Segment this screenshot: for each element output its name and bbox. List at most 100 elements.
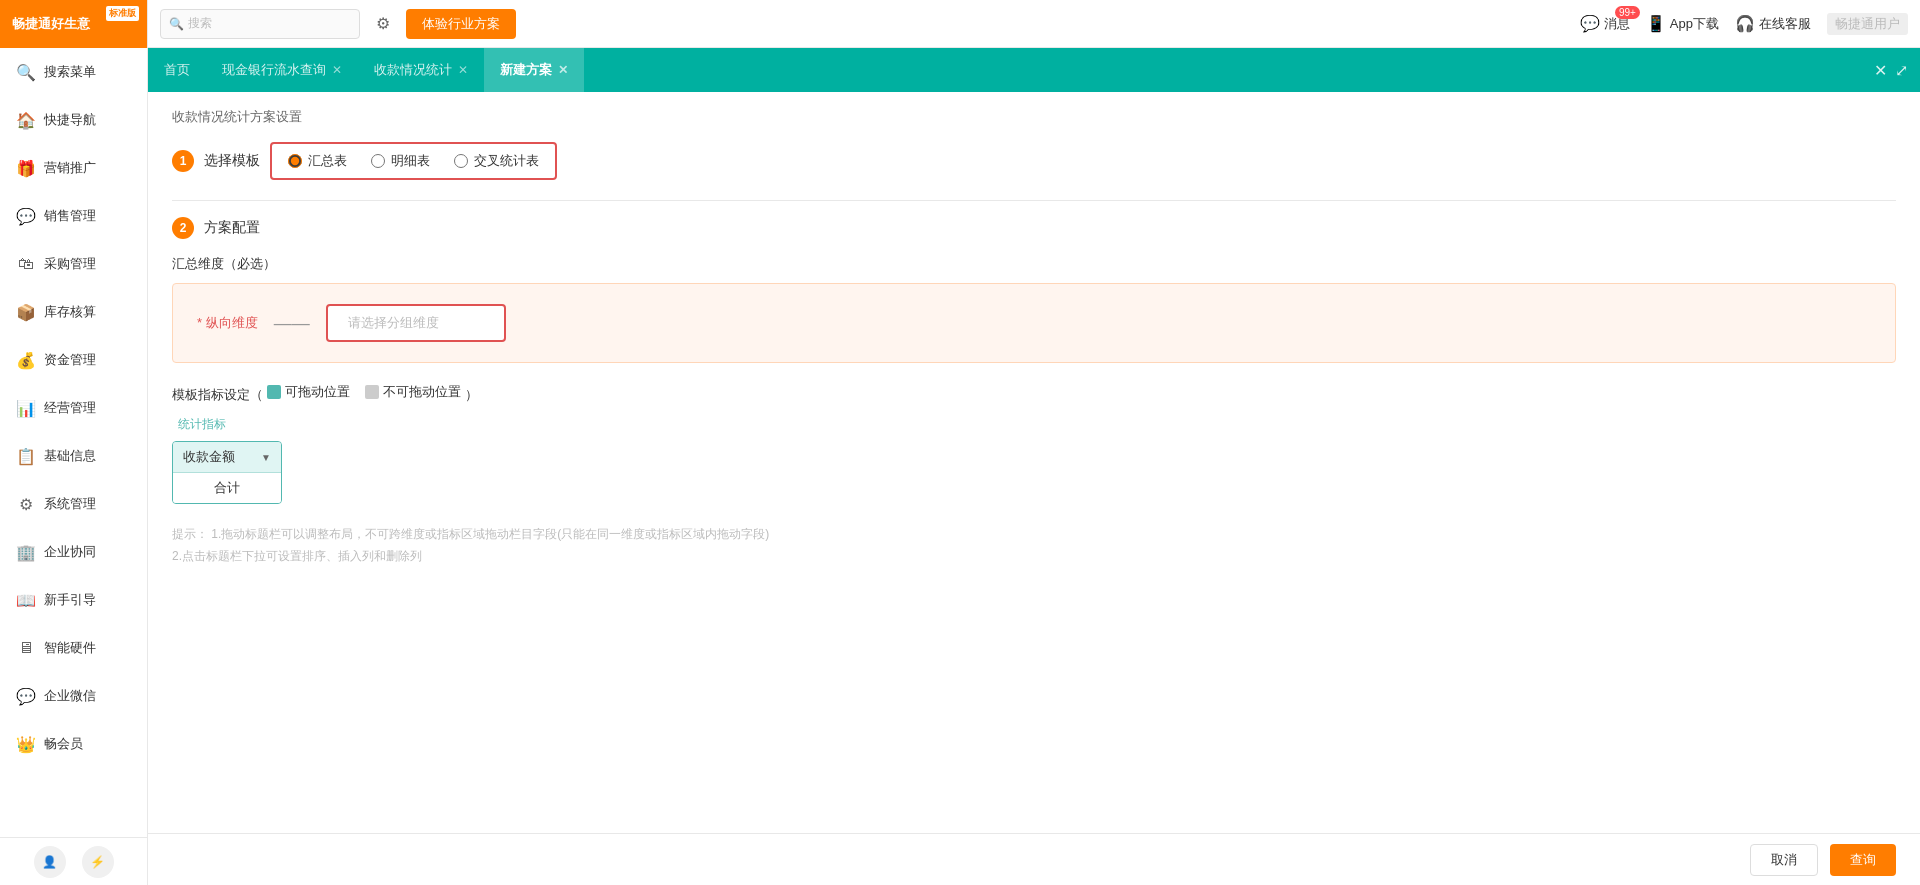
bottom-bar: 取消 查询 (148, 833, 1920, 885)
step1-label: 选择模板 (204, 152, 260, 170)
metric-config-row: 统计指标 收款金额 ▼ 合计 (172, 414, 1896, 504)
metric-sub: 合计 (214, 480, 240, 495)
radio-detail-input[interactable] (371, 154, 385, 168)
dimension-area: * 纵向维度 —— 请选择分组维度 (172, 283, 1896, 363)
hint-1: 提示： 1.拖动标题栏可以调整布局，不可跨维度或指标区域拖动栏目字段(只能在同一… (172, 524, 1896, 546)
sidebar-item-purchase[interactable]: 🛍 采购管理 (0, 240, 147, 288)
operation-icon: 📊 (16, 399, 36, 418)
sidebar-label-sales: 销售管理 (44, 207, 96, 225)
search-menu-icon: 🔍 (16, 63, 36, 82)
topbar-search-box: 🔍 搜索 (160, 9, 360, 39)
sidebar-label-capital: 资金管理 (44, 351, 96, 369)
online-service-label: 在线客服 (1759, 15, 1811, 33)
dimension-row-label: * 纵向维度 (197, 314, 258, 332)
hints: 提示： 1.拖动标题栏可以调整布局，不可跨维度或指标区域拖动栏目字段(只能在同一… (172, 524, 1896, 567)
tab-home[interactable]: 首页 (148, 48, 206, 92)
sales-icon: 💬 (16, 207, 36, 226)
tab-collection-stat[interactable]: 收款情况统计 ✕ (358, 48, 484, 92)
sidebar-label-system: 系统管理 (44, 495, 96, 513)
sidebar-bottom: 👤 ⚡ (0, 837, 147, 885)
sidebar-label-purchase: 采购管理 (44, 255, 96, 273)
metric-tag-header[interactable]: 收款金额 ▼ (173, 442, 281, 473)
step1-num: 1 (172, 150, 194, 172)
cancel-button[interactable]: 取消 (1750, 844, 1818, 876)
capital-icon: 💰 (16, 351, 36, 370)
tab-bank-flow-close[interactable]: ✕ (332, 63, 342, 77)
tab-new-plan-close[interactable]: ✕ (558, 63, 568, 77)
logo-text: 畅捷通好生意 (12, 15, 90, 33)
topbar-gear-btn[interactable]: ⚙ (368, 9, 398, 39)
radio-detail[interactable]: 明细表 (371, 152, 430, 170)
metric-tag-body: 合计 (173, 473, 281, 503)
step2-label: 方案配置 (204, 219, 260, 237)
sidebar-item-capital[interactable]: 💰 资金管理 (0, 336, 147, 384)
radio-summary[interactable]: 汇总表 (288, 152, 347, 170)
sidebar-item-operation[interactable]: 📊 经营管理 (0, 384, 147, 432)
step1-section: 1 选择模板 汇总表 明细表 交叉统计表 (172, 142, 1896, 180)
message-btn[interactable]: 💬 消息 99+ (1580, 14, 1630, 33)
tab-new-plan-label: 新建方案 (500, 61, 552, 79)
dimension-config: 汇总维度（必选） * 纵向维度 —— 请选择分组维度 (172, 255, 1896, 363)
sidebar-item-newbie[interactable]: 📖 新手引导 (0, 576, 147, 624)
radio-detail-label: 明细表 (391, 152, 430, 170)
system-icon: ⚙ (16, 495, 36, 514)
sidebar-logo: 畅捷通好生意 标准版 (0, 0, 147, 48)
metric-name: 收款金额 (183, 448, 235, 466)
nav-close-icon[interactable]: ✕ (1874, 61, 1887, 80)
sidebar-label-quick-nav: 快捷导航 (44, 111, 96, 129)
sidebar-item-member[interactable]: 👑 畅会员 (0, 720, 147, 768)
sidebar-item-hardware[interactable]: 🖥 智能硬件 (0, 624, 147, 672)
template-select-group: 汇总表 明细表 交叉统计表 (270, 142, 557, 180)
tab-collection-stat-close[interactable]: ✕ (458, 63, 468, 77)
stats-label: 统计指标 (172, 414, 232, 435)
sidebar-label-weixin: 企业微信 (44, 687, 96, 705)
radio-summary-input[interactable] (288, 154, 302, 168)
message-badge: 99+ (1615, 6, 1640, 19)
sidebar-item-sales[interactable]: 💬 销售管理 (0, 192, 147, 240)
sidebar-bottom-icon1[interactable]: 👤 (34, 846, 66, 878)
sidebar-item-weixin[interactable]: 💬 企业微信 (0, 672, 147, 720)
quick-nav-icon: 🏠 (16, 111, 36, 130)
content-inner: 收款情况统计方案设置 1 选择模板 汇总表 明细表 (148, 92, 1920, 833)
nav-tabs-actions: ✕ ⤢ (1862, 48, 1920, 92)
sidebar-item-enterprise[interactable]: 🏢 企业协同 (0, 528, 147, 576)
newbie-icon: 📖 (16, 591, 36, 610)
sidebar-label-newbie: 新手引导 (44, 591, 96, 609)
tab-new-plan[interactable]: 新建方案 ✕ (484, 48, 584, 92)
nav-expand-icon[interactable]: ⤢ (1895, 61, 1908, 80)
app-download-btn[interactable]: 📱 App下载 (1646, 14, 1719, 33)
topbar-right: 💬 消息 99+ 📱 App下载 🎧 在线客服 畅捷通用户 (1580, 13, 1908, 35)
tab-bank-flow[interactable]: 现金银行流水查询 ✕ (206, 48, 358, 92)
online-service-btn[interactable]: 🎧 在线客服 (1735, 14, 1811, 33)
sidebar: 畅捷通好生意 标准版 🔍 搜索菜单 🏠 快捷导航 🎁 营销推广 💬 销售管理 🛍… (0, 0, 148, 885)
basic-icon: 📋 (16, 447, 36, 466)
draggable-indicator (267, 385, 281, 399)
sidebar-item-basic[interactable]: 📋 基础信息 (0, 432, 147, 480)
app-download-label: App下载 (1670, 15, 1719, 33)
dimension-selector[interactable]: 请选择分组维度 (326, 304, 506, 342)
metric-title-end: ） (465, 387, 478, 402)
radio-cross-input[interactable] (454, 154, 468, 168)
sidebar-item-quick-nav[interactable]: 🏠 快捷导航 (0, 96, 147, 144)
sidebar-label-inventory: 库存核算 (44, 303, 96, 321)
sidebar-label-marketing: 营销推广 (44, 159, 96, 177)
metric-header: 模板指标设定（ 可拖动位置 不可拖动位置 ） (172, 383, 1896, 404)
radio-cross[interactable]: 交叉统计表 (454, 152, 539, 170)
query-button[interactable]: 查询 (1830, 844, 1896, 876)
metric-title-text: 模板指标设定（ (172, 387, 263, 402)
non-draggable-indicator (365, 385, 379, 399)
marketing-icon: 🎁 (16, 159, 36, 178)
sidebar-item-system[interactable]: ⚙ 系统管理 (0, 480, 147, 528)
sidebar-label-hardware: 智能硬件 (44, 639, 96, 657)
inventory-icon: 📦 (16, 303, 36, 322)
sidebar-item-marketing[interactable]: 🎁 营销推广 (0, 144, 147, 192)
sidebar-bottom-icon2[interactable]: ⚡ (82, 846, 114, 878)
sidebar-item-inventory[interactable]: 📦 库存核算 (0, 288, 147, 336)
username: 畅捷通用户 (1827, 13, 1908, 35)
dimension-arrow: —— (274, 313, 310, 334)
non-draggable-label: 不可拖动位置 (383, 383, 461, 401)
industry-plan-btn[interactable]: 体验行业方案 (406, 9, 516, 39)
sidebar-item-search-menu[interactable]: 🔍 搜索菜单 (0, 48, 147, 96)
sidebar-label-enterprise: 企业协同 (44, 543, 96, 561)
logo-badge: 标准版 (106, 6, 139, 21)
